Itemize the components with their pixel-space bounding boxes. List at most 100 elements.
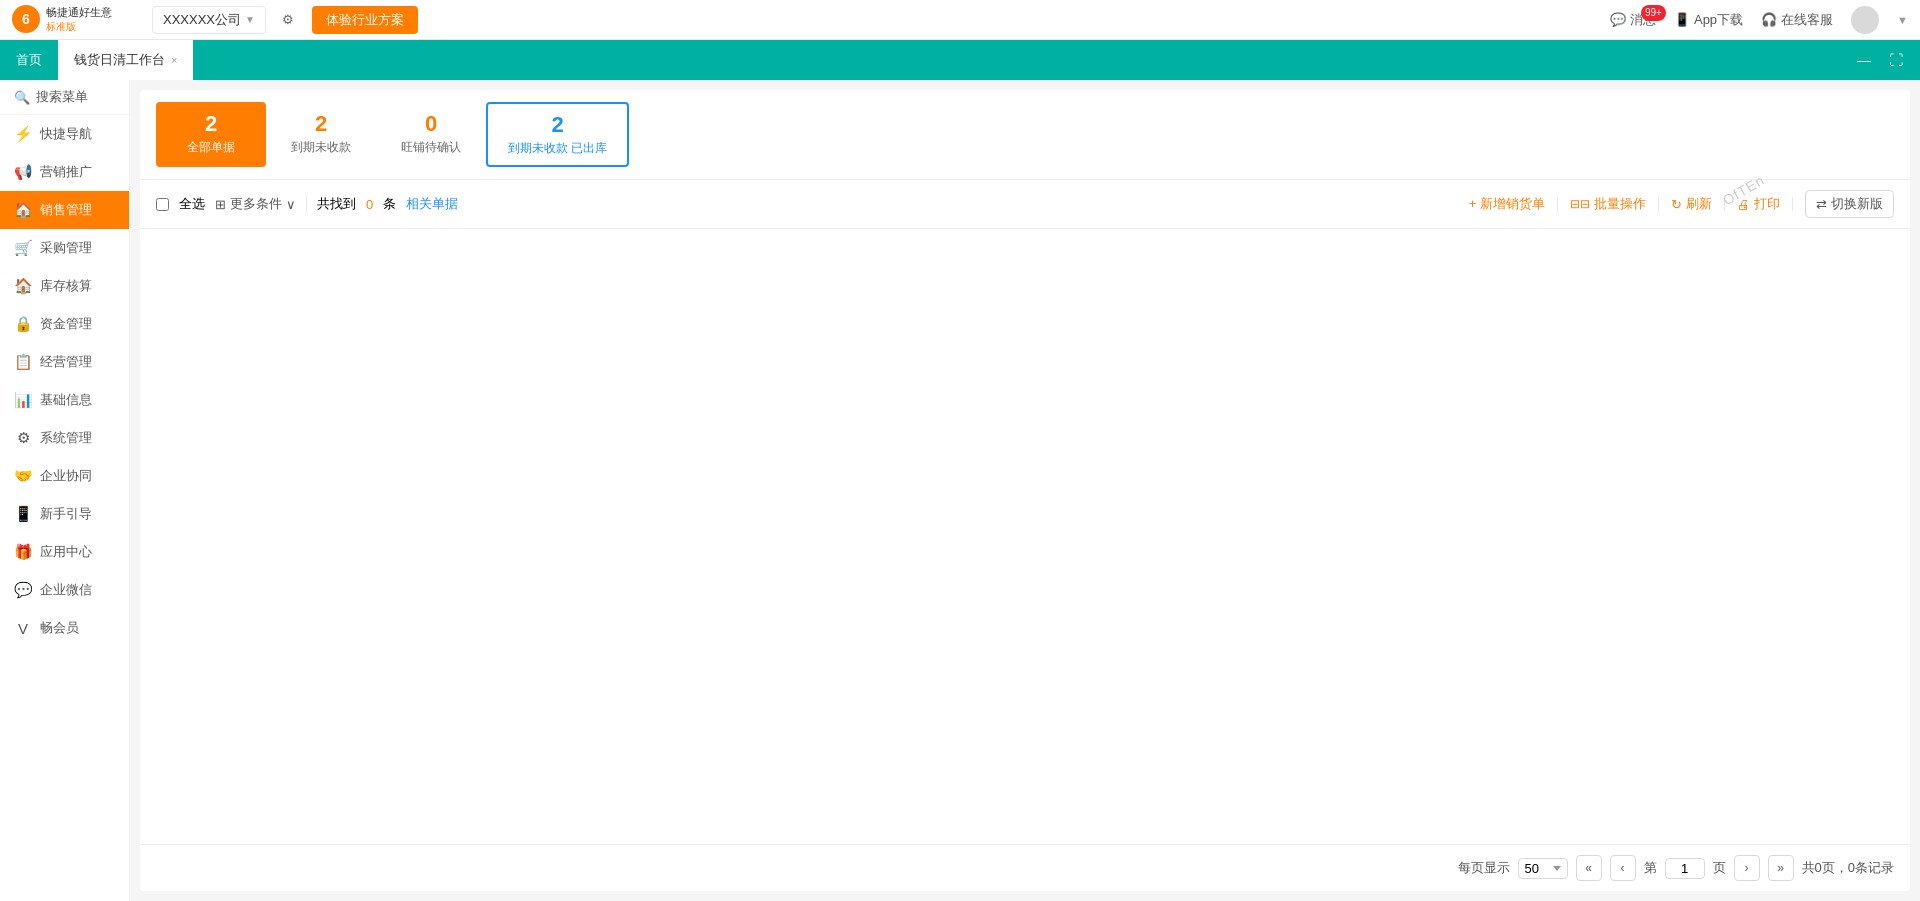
summary-tab-all[interactable]: 2 全部单据 bbox=[156, 102, 266, 167]
sidebar-icon-marketing: 📢 bbox=[14, 163, 32, 181]
summary-label-overdue: 到期未收款 bbox=[291, 139, 351, 156]
filter-count-label: 共找到 bbox=[317, 195, 356, 213]
sidebar-search[interactable]: 🔍 搜索菜单 bbox=[0, 80, 129, 115]
select-all-label: 全选 bbox=[179, 195, 205, 213]
sidebar-label-weixin: 企业微信 bbox=[40, 581, 92, 599]
filter-chevron-icon: ∨ bbox=[286, 197, 296, 212]
sidebar-item-system[interactable]: ⚙ 系统管理 bbox=[0, 419, 129, 457]
select-all-checkbox[interactable] bbox=[156, 198, 169, 211]
sidebar-item-app-center[interactable]: 🎁 应用中心 bbox=[0, 533, 129, 571]
add-sales-order-button[interactable]: + 新增销货单 bbox=[1469, 195, 1545, 213]
tab-minimize-button[interactable]: — bbox=[1852, 48, 1876, 72]
per-page-label: 每页显示 bbox=[1458, 859, 1510, 877]
sidebar-item-inventory[interactable]: 🏠 库存核算 bbox=[0, 267, 129, 305]
sidebar-item-member[interactable]: V 畅会员 bbox=[0, 609, 129, 647]
tab-maximize-button[interactable]: ⛶ bbox=[1884, 48, 1908, 72]
refresh-icon: ↻ bbox=[1671, 197, 1682, 212]
refresh-button[interactable]: ↻ 刷新 bbox=[1671, 195, 1712, 213]
message-button[interactable]: 💬 消息 99+ bbox=[1610, 11, 1656, 29]
filter-button[interactable]: ⊞ 更多条件 ∨ bbox=[215, 195, 296, 213]
page-prev-button[interactable]: ‹ bbox=[1610, 855, 1636, 881]
sidebar-item-weixin[interactable]: 💬 企业微信 bbox=[0, 571, 129, 609]
online-service-icon: 🎧 bbox=[1761, 12, 1777, 27]
summary-tab-overdue[interactable]: 2 到期未收款 bbox=[266, 102, 376, 167]
per-page-select[interactable]: 102050100 bbox=[1518, 858, 1568, 879]
company-selector[interactable]: XXXXXX公司 ▼ bbox=[152, 6, 266, 34]
sidebar-label-operations: 经营管理 bbox=[40, 353, 92, 371]
total-label: 共0页，0条记录 bbox=[1802, 859, 1894, 877]
toolbar-divider bbox=[306, 197, 307, 211]
sidebar-icon-operations: 📋 bbox=[14, 353, 32, 371]
sidebar-label-quick-nav: 快捷导航 bbox=[40, 125, 92, 143]
message-icon: 💬 bbox=[1610, 12, 1626, 27]
batch-label: 批量操作 bbox=[1594, 195, 1646, 213]
switch-new-version-button[interactable]: ⇄ 切换新版 bbox=[1805, 190, 1894, 218]
sidebar-icon-system: ⚙ bbox=[14, 429, 32, 447]
filter-unit-label: 条 bbox=[383, 195, 396, 213]
summary-tab-overdue-out[interactable]: 2 到期未收款 已出库 bbox=[486, 102, 629, 167]
summary-tab-wangpu[interactable]: 0 旺铺待确认 bbox=[376, 102, 486, 167]
summary-count-all: 2 bbox=[205, 111, 217, 137]
sidebar-icon-purchase: 🛒 bbox=[14, 239, 32, 257]
sidebar-icon-cooperation: 🤝 bbox=[14, 467, 32, 485]
page-label: 第 bbox=[1644, 859, 1657, 877]
summary-label-wangpu: 旺铺待确认 bbox=[401, 139, 461, 156]
refresh-label: 刷新 bbox=[1686, 195, 1712, 213]
company-dropdown-arrow: ▼ bbox=[245, 14, 255, 25]
sidebar-item-basic-info[interactable]: 📊 基础信息 bbox=[0, 381, 129, 419]
print-icon: 🖨 bbox=[1737, 197, 1750, 212]
logo-tag: 标准版 bbox=[46, 20, 112, 34]
print-button[interactable]: 🖨 打印 bbox=[1737, 195, 1780, 213]
summary-count-overdue-out: 2 bbox=[552, 112, 564, 138]
print-label: 打印 bbox=[1754, 195, 1780, 213]
sidebar-icon-guide: 📱 bbox=[14, 505, 32, 523]
summary-label-overdue-out: 到期未收款 已出库 bbox=[508, 140, 607, 157]
tab-home[interactable]: 首页 bbox=[0, 40, 58, 80]
related-records-button[interactable]: 相关单据 bbox=[406, 195, 458, 213]
page-number-input[interactable] bbox=[1665, 858, 1705, 879]
page-next-button[interactable]: › bbox=[1734, 855, 1760, 881]
page-first-button[interactable]: « bbox=[1576, 855, 1602, 881]
sidebar-item-sales[interactable]: 🏠 销售管理 bbox=[0, 191, 129, 229]
sidebar-item-marketing[interactable]: 📢 营销推广 bbox=[0, 153, 129, 191]
app-download-button[interactable]: 📱 App下载 bbox=[1674, 11, 1743, 29]
sidebar-item-guide[interactable]: 📱 新手引导 bbox=[0, 495, 129, 533]
summary-count-overdue: 2 bbox=[315, 111, 327, 137]
try-industry-button[interactable]: 体验行业方案 bbox=[312, 6, 418, 34]
batch-operation-button[interactable]: ⊟⊟ 批量操作 bbox=[1570, 195, 1646, 213]
online-service-button[interactable]: 🎧 在线客服 bbox=[1761, 11, 1833, 29]
logo-area: 6 畅捷通好生意 标准版 bbox=[12, 5, 142, 33]
sidebar-icon-app-center: 🎁 bbox=[14, 543, 32, 561]
sidebar-icon-member: V bbox=[14, 620, 32, 637]
sidebar-item-cooperation[interactable]: 🤝 企业协同 bbox=[0, 457, 129, 495]
batch-icon: ⊟⊟ bbox=[1570, 197, 1590, 211]
summary-tabs: 2 全部单据2 到期未收款0 旺铺待确认2 到期未收款 已出库 bbox=[140, 90, 1910, 180]
sidebar-label-inventory: 库存核算 bbox=[40, 277, 92, 295]
logo-text: 畅捷通好生意 bbox=[46, 5, 112, 19]
sidebar-item-purchase[interactable]: 🛒 采购管理 bbox=[0, 229, 129, 267]
tab-close-icon[interactable]: × bbox=[171, 54, 177, 66]
tab-bar: 首页 钱货日清工作台 × — ⛶ bbox=[0, 40, 1920, 80]
sidebar-item-finance[interactable]: 🔒 资金管理 bbox=[0, 305, 129, 343]
sidebar-item-operations[interactable]: 📋 经营管理 bbox=[0, 343, 129, 381]
toolbar-divider-2 bbox=[1557, 197, 1558, 211]
content-inner: 2 全部单据2 到期未收款0 旺铺待确认2 到期未收款 已出库 全选 ⊞ 更多条… bbox=[140, 90, 1910, 891]
sidebar-label-sales: 销售管理 bbox=[40, 201, 92, 219]
sidebar-item-quick-nav[interactable]: ⚡ 快捷导航 bbox=[0, 115, 129, 153]
sidebar-icon-finance: 🔒 bbox=[14, 315, 32, 333]
sidebar-label-purchase: 采购管理 bbox=[40, 239, 92, 257]
avatar[interactable] bbox=[1851, 6, 1879, 34]
page-last-button[interactable]: » bbox=[1768, 855, 1794, 881]
sidebar-items-container: ⚡ 快捷导航📢 营销推广🏠 销售管理🛒 采购管理🏠 库存核算🔒 资金管理📋 经营… bbox=[0, 115, 129, 647]
toolbar-right: + 新增销货单 ⊟⊟ 批量操作 ↻ 刷新 🖨 打印 ⇄ bbox=[1469, 190, 1894, 218]
settings-icon[interactable]: ⚙ bbox=[274, 6, 302, 34]
toolbar-divider-3 bbox=[1658, 197, 1659, 211]
sidebar-label-finance: 资金管理 bbox=[40, 315, 92, 333]
tab-work-bench[interactable]: 钱货日清工作台 × bbox=[58, 40, 193, 80]
app-download-icon: 📱 bbox=[1674, 12, 1690, 27]
tab-label: 钱货日清工作台 bbox=[74, 51, 165, 69]
page-end-label: 页 bbox=[1713, 859, 1726, 877]
sidebar-label-marketing: 营销推广 bbox=[40, 163, 92, 181]
user-name-area[interactable]: ▼ bbox=[1897, 14, 1908, 26]
search-icon: 🔍 bbox=[14, 90, 30, 105]
